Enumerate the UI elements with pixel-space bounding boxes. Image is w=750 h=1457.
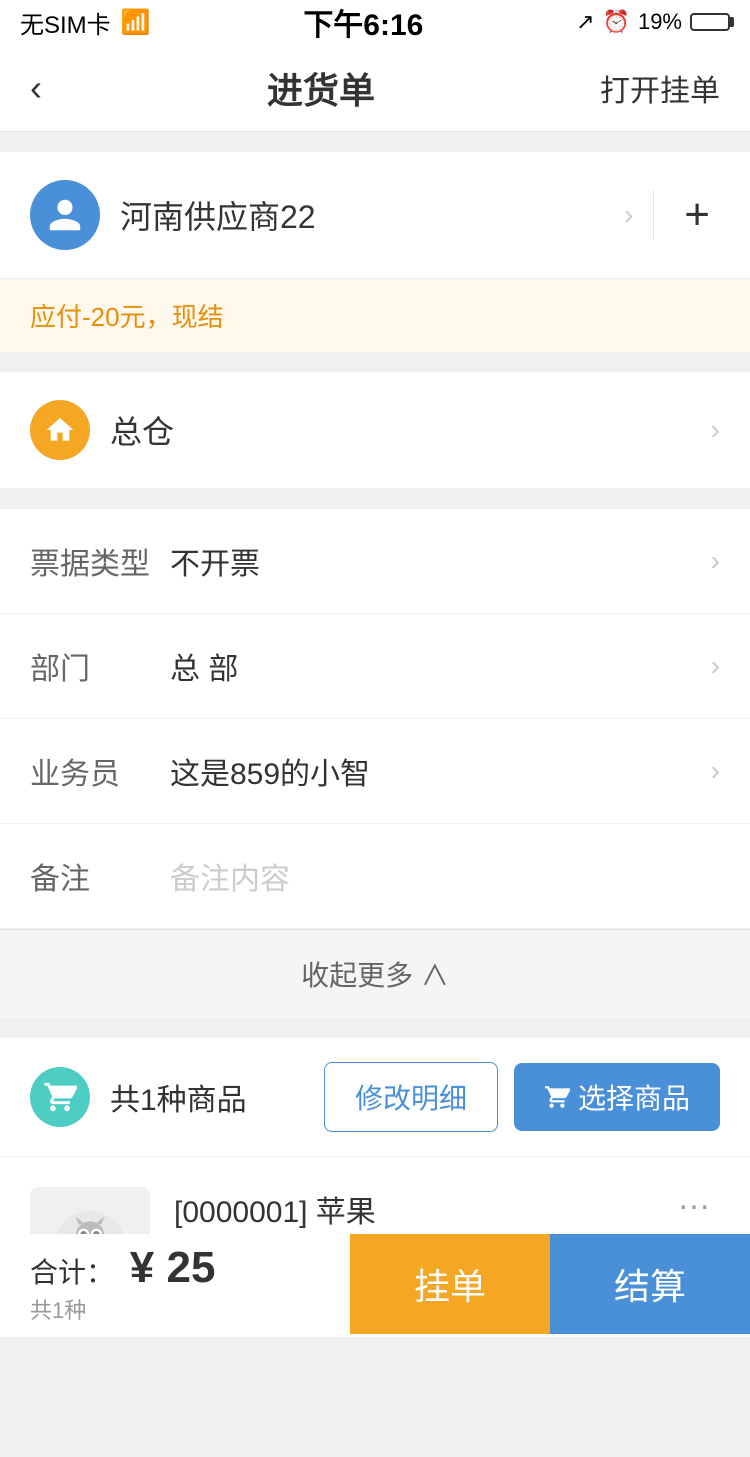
add-button[interactable]: +	[674, 190, 720, 240]
warehouse-row[interactable]: 总仓 ›	[0, 372, 750, 489]
collapse-button[interactable]: 收起更多 ∧	[0, 929, 750, 1018]
total-count: 共1种	[30, 1293, 320, 1325]
product-code: [0000001]	[174, 1196, 316, 1229]
invoice-type-chevron: ›	[711, 545, 720, 577]
total-label: 合计：	[30, 1257, 114, 1288]
battery-icon	[690, 13, 730, 31]
edit-detail-button[interactable]: 修改明细	[324, 1062, 498, 1132]
invoice-type-row[interactable]: 票据类型 不开票 ›	[0, 509, 750, 614]
back-button[interactable]: ‹	[30, 67, 42, 109]
invoice-type-value: 不开票	[170, 539, 701, 583]
supplier-section: 河南供应商22 › + 应付-20元，现结	[0, 152, 750, 352]
checkout-button[interactable]: 结算	[550, 1234, 750, 1334]
page-title: 进货单	[267, 62, 375, 114]
supplier-name: 河南供应商22	[120, 192, 614, 238]
product-more-button[interactable]: ···	[668, 1187, 720, 1224]
supplier-row[interactable]: 河南供应商22 › +	[0, 152, 750, 279]
select-product-label: 选择商品	[578, 1077, 690, 1117]
location-icon: ↗	[576, 9, 594, 35]
warehouse-icon	[30, 400, 90, 460]
warehouse-chevron: ›	[711, 414, 720, 446]
supplier-chevron: ›	[624, 199, 633, 231]
cart-icon	[544, 1084, 570, 1110]
payment-notice: 应付-20元，现结	[0, 279, 750, 352]
salesperson-chevron: ›	[711, 755, 720, 787]
bottom-spacer	[0, 1337, 750, 1457]
department-label: 部门	[30, 644, 170, 688]
products-header: 共1种商品 修改明细 选择商品	[0, 1038, 750, 1157]
fields-section: 票据类型 不开票 › 部门 总 部 › 业务员 这是859的小智 › 备注 备注…	[0, 509, 750, 1018]
note-label: 备注	[30, 854, 170, 898]
note-row[interactable]: 备注 备注内容	[0, 824, 750, 929]
status-bar: 无SIM卡 📶 下午6:16 ↗ ⏰ 19%	[0, 0, 750, 44]
invoice-type-label: 票据类型	[30, 539, 170, 583]
carrier-text: 无SIM卡	[20, 5, 111, 40]
department-value: 总 部	[170, 644, 701, 688]
bottom-bar: 合计： ¥ 25 共1种 挂单 结算	[0, 1234, 750, 1334]
salesperson-value: 这是859的小智	[170, 749, 701, 793]
open-hang-button[interactable]: 打开挂单	[600, 66, 720, 110]
divider	[653, 190, 654, 240]
nav-bar: ‹ 进货单 打开挂单	[0, 44, 750, 132]
wifi-icon: 📶	[121, 8, 151, 37]
status-bar-right: ↗ ⏰ 19%	[576, 9, 730, 35]
salesperson-row[interactable]: 业务员 这是859的小智 ›	[0, 719, 750, 824]
product-name: [0000001] 苹果	[174, 1187, 668, 1231]
status-bar-left: 无SIM卡 📶	[20, 5, 151, 40]
select-product-button[interactable]: 选择商品	[514, 1063, 720, 1131]
department-row[interactable]: 部门 总 部 ›	[0, 614, 750, 719]
status-time: 下午6:16	[303, 0, 423, 44]
total-section: 合计： ¥ 25 共1种	[0, 1243, 350, 1325]
warehouse-section: 总仓 ›	[0, 372, 750, 489]
total-amount: ¥ 25	[130, 1243, 216, 1292]
supplier-avatar	[30, 180, 100, 250]
battery-percent: 19%	[638, 9, 682, 35]
salesperson-label: 业务员	[30, 749, 170, 793]
products-icon	[30, 1067, 90, 1127]
alarm-icon: ⏰	[603, 9, 630, 35]
hang-button[interactable]: 挂单	[350, 1234, 550, 1334]
product-title: 苹果	[316, 1196, 376, 1229]
products-count: 共1种商品	[110, 1075, 324, 1119]
department-chevron: ›	[711, 650, 720, 682]
note-input[interactable]: 备注内容	[170, 854, 720, 898]
warehouse-name: 总仓	[110, 407, 701, 453]
